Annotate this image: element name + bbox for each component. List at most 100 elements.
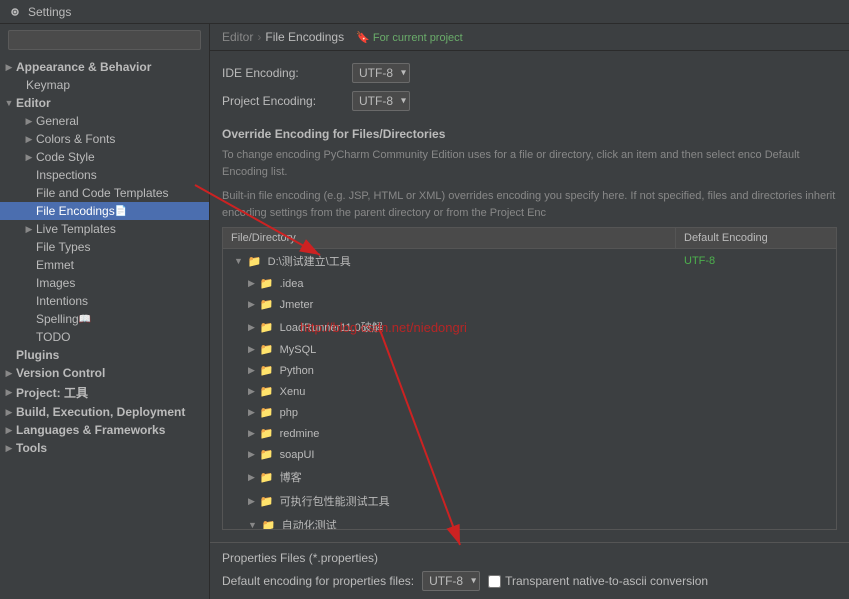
row-name: 可执行包性能测试工具 (280, 493, 390, 509)
sidebar-arrow-editor: ▼ (4, 98, 14, 108)
sidebar-item-spelling[interactable]: Spelling 📖 (0, 310, 209, 328)
ide-encoding-row: IDE Encoding: UTF-8 (222, 63, 837, 83)
table-row[interactable]: ▶📁.idea (223, 273, 836, 294)
sidebar-item-plugins[interactable]: Plugins (0, 346, 209, 364)
breadcrumb-project-tag: 🔖 For current project (356, 31, 463, 44)
settings-window: Settings ▶Appearance & BehaviorKeymap▼Ed… (0, 0, 849, 599)
row-arrow: ▶ (248, 428, 255, 439)
table-cell-name: ▶📁soapUI (223, 446, 676, 463)
row-name: 博客 (280, 469, 302, 485)
sidebar-arrow-live-templates: ▶ (24, 224, 34, 235)
sidebar-label-emmet: Emmet (36, 258, 74, 272)
sidebar-item-tools[interactable]: ▶Tools (0, 439, 209, 457)
sidebar-item-code-style[interactable]: ▶Code Style (0, 148, 209, 166)
sidebar-item-file-code-templates[interactable]: File and Code Templates (0, 184, 209, 202)
sidebar-label-images: Images (36, 276, 75, 290)
row-arrow: ▶ (248, 365, 255, 376)
sidebar-arrow-appearance-behavior: ▶ (4, 62, 14, 73)
sidebar-item-build-execution[interactable]: ▶Build, Execution, Deployment (0, 403, 209, 421)
table-cell-encoding (676, 282, 836, 286)
table-row[interactable]: ▶📁Jmeter (223, 294, 836, 315)
project-encoding-select[interactable]: UTF-8 (352, 91, 410, 111)
sidebar-item-project-tools[interactable]: ▶Project: 工具 (0, 382, 209, 403)
project-encoding-row: Project Encoding: UTF-8 (222, 91, 837, 111)
col-default-encoding: Default Encoding (676, 228, 836, 248)
table-row[interactable]: ▶📁Python (223, 360, 836, 381)
sidebar-label-keymap: Keymap (26, 78, 70, 92)
sidebar-item-file-encodings[interactable]: File Encodings 📄 (0, 202, 209, 220)
table-row[interactable]: ▶📁博客 (223, 465, 836, 489)
table-row[interactable]: ▶📁Xenu (223, 381, 836, 402)
table-row[interactable]: ▶📁可执行包性能测试工具 (223, 489, 836, 513)
table-cell-encoding (676, 348, 836, 352)
file-table: File/Directory Default Encoding ▼📁D:\测试建… (222, 227, 837, 530)
table-cell-name: ▶📁博客 (223, 467, 676, 487)
sidebar-label-live-templates: Live Templates (36, 222, 116, 236)
table-row[interactable]: ▶📁soapUI (223, 444, 836, 465)
ide-encoding-select[interactable]: UTF-8 (352, 63, 410, 83)
sidebar-item-languages-frameworks[interactable]: ▶Languages & Frameworks (0, 421, 209, 439)
sidebar-item-general[interactable]: ▶General (0, 112, 209, 130)
table-row[interactable]: ▼📁D:\测试建立\工具UTF-8 (223, 249, 836, 273)
breadcrumb: Editor › File Encodings 🔖 For current pr… (210, 24, 849, 51)
search-input[interactable] (8, 30, 201, 50)
breadcrumb-editor: Editor (222, 30, 253, 44)
row-arrow: ▶ (248, 322, 255, 333)
folder-icon: 📁 (260, 427, 274, 440)
table-cell-encoding (676, 475, 836, 479)
col-file-directory: File/Directory (223, 228, 676, 248)
spelling-icon: 📖 (79, 314, 91, 325)
table-cell-name: ▶ 📁 redmine (223, 425, 676, 442)
ide-encoding-select-wrapper[interactable]: UTF-8 (352, 63, 410, 83)
properties-row: Default encoding for properties files: U… (222, 571, 837, 591)
row-arrow: ▶ (248, 472, 255, 483)
sidebar-label-todo: TODO (36, 330, 70, 344)
sidebar-item-version-control[interactable]: ▶Version Control (0, 364, 209, 382)
sidebar-item-appearance-behavior[interactable]: ▶Appearance & Behavior (0, 58, 209, 76)
props-encoding-select[interactable]: UTF-8 (422, 571, 480, 591)
folder-icon: 📁 (260, 298, 274, 311)
main-content: ▶Appearance & BehaviorKeymap▼Editor▶Gene… (0, 24, 849, 599)
table-cell-encoding (676, 369, 836, 373)
transparent-label: Transparent native-to-ascii conversion (505, 574, 708, 588)
sidebar-arrow-code-style: ▶ (24, 152, 34, 163)
sidebar-label-file-encodings: File Encodings (36, 204, 115, 218)
row-name: redmine (280, 428, 320, 440)
sidebar-item-intentions[interactable]: Intentions (0, 292, 209, 310)
ide-encoding-label: IDE Encoding: (222, 66, 352, 80)
table-cell-encoding (676, 325, 836, 329)
sidebar-item-live-templates[interactable]: ▶Live Templates (0, 220, 209, 238)
sidebar-item-editor[interactable]: ▼Editor (0, 94, 209, 112)
table-row[interactable]: ▼📁自动化测试 (223, 513, 836, 529)
sidebar-label-intentions: Intentions (36, 294, 88, 308)
transparent-checkbox[interactable] (488, 575, 501, 588)
sidebar-item-images[interactable]: Images (0, 274, 209, 292)
sidebar-item-inspections[interactable]: Inspections (0, 166, 209, 184)
sidebar-label-tools: Tools (16, 441, 47, 455)
folder-icon: 📁 (260, 343, 274, 356)
sidebar-item-emmet[interactable]: Emmet (0, 256, 209, 274)
project-encoding-label: Project Encoding: (222, 94, 352, 108)
search-box[interactable] (0, 24, 209, 56)
table-header: File/Directory Default Encoding (223, 228, 836, 249)
table-row[interactable]: ▶📁LoadRunner11.0破解 (223, 315, 836, 339)
project-encoding-select-wrapper[interactable]: UTF-8 (352, 91, 410, 111)
sidebar-item-todo[interactable]: TODO (0, 328, 209, 346)
table-row[interactable]: ▶📁php (223, 402, 836, 423)
table-body[interactable]: ▼📁D:\测试建立\工具UTF-8▶📁.idea▶📁Jmeter▶📁LoadRu… (223, 249, 836, 529)
sidebar-item-keymap[interactable]: Keymap (0, 76, 209, 94)
table-row[interactable]: ▶📁MySQL (223, 339, 836, 360)
sidebar-arrow-general: ▶ (24, 116, 34, 127)
main-panel: Editor › File Encodings 🔖 For current pr… (210, 24, 849, 599)
table-cell-name: ▼📁D:\测试建立\工具 (223, 251, 676, 271)
table-cell-name: ▶📁可执行包性能测试工具 (223, 491, 676, 511)
table-row[interactable]: ▶ 📁 redmine (223, 423, 836, 444)
props-encoding-select-wrapper[interactable]: UTF-8 (422, 571, 480, 591)
properties-title: Properties Files (*.properties) (222, 551, 837, 565)
transparent-checkbox-label[interactable]: Transparent native-to-ascii conversion (488, 574, 708, 588)
sidebar-item-file-types[interactable]: File Types (0, 238, 209, 256)
sidebar-item-colors-fonts[interactable]: ▶Colors & Fonts (0, 130, 209, 148)
file-encoding-icon: 📄 (115, 206, 127, 217)
table-cell-encoding (676, 453, 836, 457)
table-cell-encoding (676, 499, 836, 503)
